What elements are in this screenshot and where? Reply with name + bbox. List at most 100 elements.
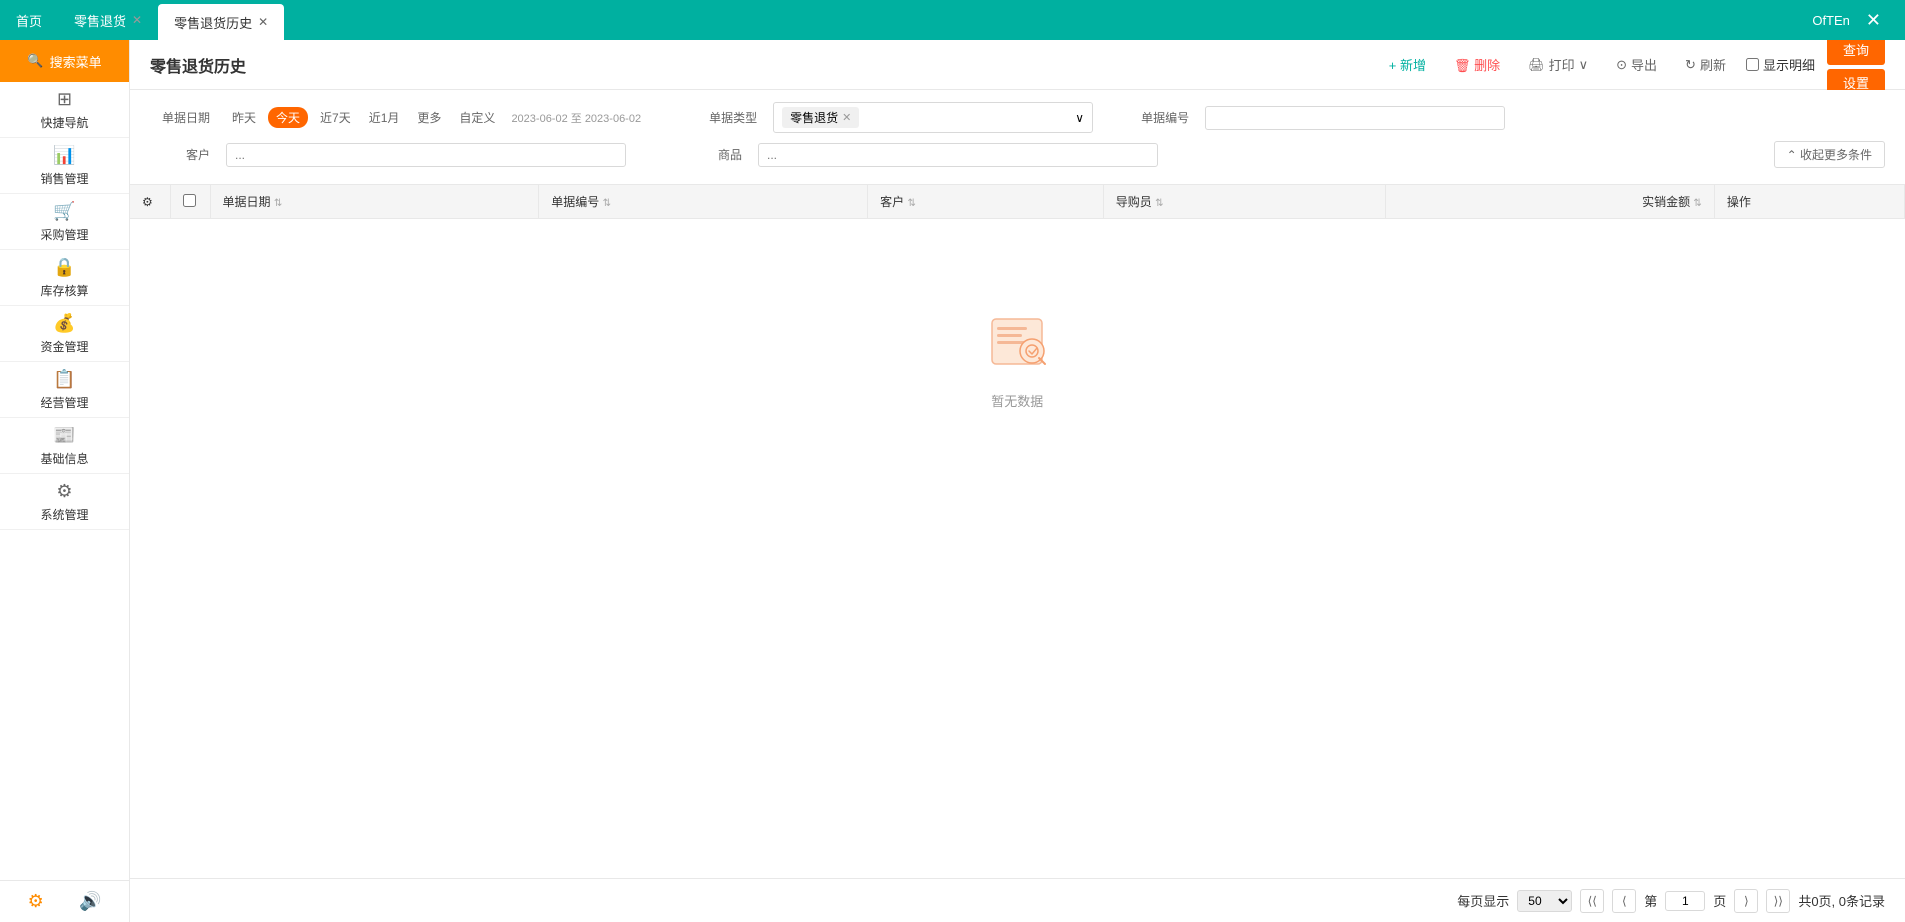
sidebar-item-label-system-mgmt: 系统管理 <box>40 506 88 523</box>
filter-row-2: 客户 商品 ⌃ 收起更多条件 <box>150 141 1885 168</box>
settings-bottom-icon[interactable]: ⚙ <box>28 891 44 912</box>
page-title: 零售退货历史 <box>150 53 1381 77</box>
sidebar-search[interactable]: 🔍 搜索菜单 <box>0 40 129 82</box>
customer-input[interactable] <box>226 143 626 167</box>
date-btn-today[interactable]: 今天 <box>268 107 308 128</box>
goods-input[interactable] <box>758 143 1158 167</box>
table-empty-row: 暂无数据 <box>130 219 1905 491</box>
filter-row-1: 单据日期 昨天 今天 近7天 近1月 更多 自定义 2023-06-02 至 2… <box>150 102 1885 133</box>
tab-retail-return-history[interactable]: 零售退货历史 ✕ <box>158 4 284 40</box>
content-area: 零售退货历史 + 新增 🗑 删除 🖨 打印 ∨ ⊙ 导出 ↻ 刷新 <box>130 40 1905 922</box>
tab-retail-return-history-label: 零售退货历史 <box>174 13 252 32</box>
refresh-button[interactable]: ↻ 刷新 <box>1677 51 1734 78</box>
table-area: ⚙ 单据日期 ⇅ 单据编号 ⇅ 客户 <box>130 185 1905 878</box>
system-mgmt-icon: ⚙ <box>56 481 72 502</box>
sidebar-item-label-quick-nav: 快捷导航 <box>40 114 88 131</box>
sidebar-item-label-inventory: 库存核算 <box>40 282 88 299</box>
sidebar: 🔍 搜索菜单 ⊞ 快捷导航 📊 销售管理 🛒 采购管理 🔒 库存核算 💰 资金管… <box>0 40 130 922</box>
sidebar-item-inventory[interactable]: 🔒 库存核算 <box>0 250 129 306</box>
date-btn-1month[interactable]: 近1月 <box>363 107 406 128</box>
operation-mgmt-icon: 📋 <box>53 369 75 390</box>
page-size-select[interactable]: 10 20 50 100 <box>1517 890 1572 912</box>
doc-type-tag-close[interactable]: ✕ <box>842 111 851 124</box>
doc-no-sort-icon: ⇅ <box>603 198 611 209</box>
th-doc-date-label: 单据日期 <box>223 195 271 209</box>
th-guide[interactable]: 导购员 ⇅ <box>1103 185 1385 219</box>
tab-home[interactable]: 首页 <box>0 0 58 40</box>
sidebar-item-label-purchase-mgmt: 采购管理 <box>40 226 88 243</box>
date-btn-custom[interactable]: 自定义 <box>453 107 501 128</box>
date-label: 单据日期 <box>150 109 210 126</box>
th-actual-amount-label: 实销金额 <box>1642 195 1690 209</box>
doc-no-label: 单据编号 <box>1129 109 1189 126</box>
prev-page-btn[interactable]: ⟨ <box>1612 889 1636 913</box>
window-close-btn[interactable]: ✕ <box>1858 10 1889 31</box>
tab-retail-return-close[interactable]: ✕ <box>132 13 142 27</box>
sidebar-item-basic-info[interactable]: 📰 基础信息 <box>0 418 129 474</box>
date-btn-7days[interactable]: 近7天 <box>314 107 357 128</box>
doc-type-label: 单据类型 <box>697 109 757 126</box>
delete-button[interactable]: 🗑 删除 <box>1446 51 1508 78</box>
select-all-checkbox[interactable] <box>183 194 196 207</box>
next-page-btn[interactable]: ⟩ <box>1734 889 1758 913</box>
last-page-btn[interactable]: ⟩⟩ <box>1766 889 1790 913</box>
sidebar-item-label-basic-info: 基础信息 <box>40 450 88 467</box>
show-detail-checkbox-group[interactable]: 显示明细 <box>1746 55 1815 74</box>
basic-info-icon: 📰 <box>53 425 75 446</box>
doc-type-tag-label: 零售退货 <box>790 109 838 126</box>
query-button[interactable]: 查询 <box>1827 40 1885 65</box>
export-label: 导出 <box>1631 55 1657 74</box>
sidebar-search-label: 搜索菜单 <box>50 52 102 71</box>
goods-label: 商品 <box>682 146 742 163</box>
volume-bottom-icon[interactable]: 🔊 <box>79 891 101 912</box>
doc-no-input[interactable] <box>1205 106 1505 130</box>
sidebar-item-operation-mgmt[interactable]: 📋 经营管理 <box>0 362 129 418</box>
th-doc-date[interactable]: 单据日期 ⇅ <box>210 185 539 219</box>
collapse-button[interactable]: ⌃ 收起更多条件 <box>1774 141 1885 168</box>
customer-sort-icon: ⇅ <box>907 198 915 209</box>
first-page-btn[interactable]: ⟨⟨ <box>1580 889 1604 913</box>
th-actual-amount[interactable]: 实销金额 ⇅ <box>1386 185 1715 219</box>
sidebar-item-finance-mgmt[interactable]: 💰 资金管理 <box>0 306 129 362</box>
inventory-icon: 🔒 <box>53 257 75 278</box>
date-btn-yesterday[interactable]: 昨天 <box>226 107 262 128</box>
tab-retail-return[interactable]: 零售退货 ✕ <box>58 0 158 40</box>
sidebar-item-purchase-mgmt[interactable]: 🛒 采购管理 <box>0 194 129 250</box>
sidebar-item-label-sales-mgmt: 销售管理 <box>40 170 88 187</box>
show-detail-checkbox[interactable] <box>1746 58 1759 71</box>
date-btn-more[interactable]: 更多 <box>411 107 447 128</box>
page-size-label: 每页显示 <box>1457 891 1509 910</box>
sidebar-item-sales-mgmt[interactable]: 📊 销售管理 <box>0 138 129 194</box>
sidebar-item-label-operation-mgmt: 经营管理 <box>40 394 88 411</box>
th-operation: 操作 <box>1714 185 1904 219</box>
tab-retail-return-history-close[interactable]: ✕ <box>258 15 268 29</box>
data-table: ⚙ 单据日期 ⇅ 单据编号 ⇅ 客户 <box>130 185 1905 490</box>
th-customer[interactable]: 客户 ⇅ <box>868 185 1104 219</box>
doc-date-sort-icon: ⇅ <box>274 198 282 209</box>
export-icon: ⊙ <box>1616 57 1627 73</box>
search-icon: 🔍 <box>27 53 43 69</box>
doc-type-dropdown-icon: ∨ <box>1075 111 1084 125</box>
quick-nav-icon: ⊞ <box>57 89 72 110</box>
sidebar-item-system-mgmt[interactable]: ⚙ 系统管理 <box>0 474 129 530</box>
th-check[interactable] <box>170 185 210 219</box>
th-settings[interactable]: ⚙ <box>130 185 170 219</box>
guide-sort-icon: ⇅ <box>1155 198 1163 209</box>
header-actions: + 新增 🗑 删除 🖨 打印 ∨ ⊙ 导出 ↻ 刷新 显示明细 <box>1381 40 1885 96</box>
empty-state: 暂无数据 <box>130 219 1905 490</box>
print-button[interactable]: 🖨 打印 ∨ <box>1520 51 1596 78</box>
page-number-input[interactable] <box>1665 891 1705 911</box>
th-doc-no[interactable]: 单据编号 ⇅ <box>539 185 868 219</box>
doc-type-dropdown[interactable]: 零售退货 ✕ ∨ <box>773 102 1093 133</box>
actual-amount-sort-icon: ⇅ <box>1693 198 1701 209</box>
date-range-display: 2023-06-02 至 2023-06-02 <box>511 110 641 126</box>
new-button[interactable]: + 新增 <box>1381 51 1434 78</box>
th-doc-no-label: 单据编号 <box>551 195 599 209</box>
finance-mgmt-icon: 💰 <box>53 313 75 334</box>
print-icon: 🖨 <box>1528 57 1545 73</box>
empty-text: 暂无数据 <box>991 391 1043 410</box>
sidebar-item-quick-nav[interactable]: ⊞ 快捷导航 <box>0 82 129 138</box>
th-customer-label: 客户 <box>880 195 904 209</box>
print-label: 打印 <box>1549 55 1575 74</box>
export-button[interactable]: ⊙ 导出 <box>1608 51 1665 78</box>
